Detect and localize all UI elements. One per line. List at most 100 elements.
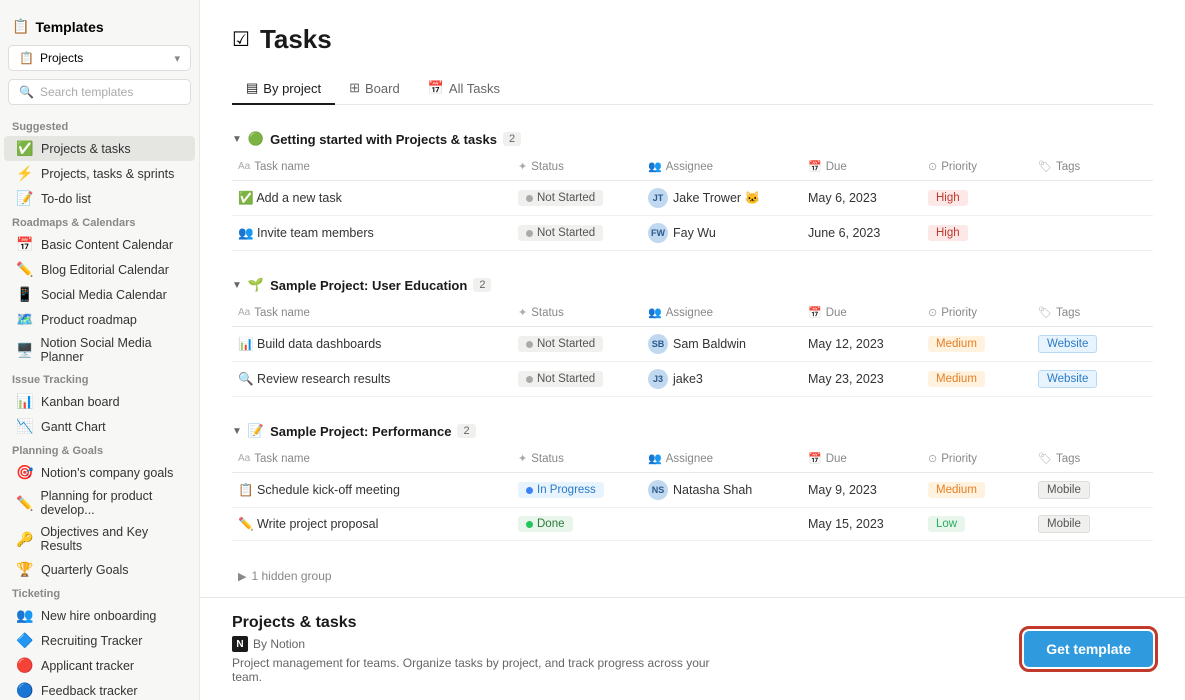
project-header-getting-started[interactable]: ▼ 🟢 Getting started with Projects & task… bbox=[232, 125, 1153, 153]
table-row[interactable]: ✅ Add a new task Not Started JT Jake Tro… bbox=[232, 181, 1153, 216]
status-badge: In Progress bbox=[518, 482, 604, 498]
col-tags: 🏷 Tags bbox=[1032, 157, 1152, 176]
tab-all-tasks[interactable]: 📅 All Tasks bbox=[414, 73, 514, 105]
notion-logo: N bbox=[232, 636, 248, 652]
tab-board[interactable]: ⊞ Board bbox=[335, 73, 414, 105]
priority-badge: High bbox=[928, 190, 968, 206]
tags-cell: Mobile bbox=[1032, 508, 1152, 540]
item-icon: 📊 bbox=[16, 393, 34, 410]
tags-cell: Website bbox=[1032, 328, 1152, 360]
table-row[interactable]: 🔍 Review research results Not Started J3… bbox=[232, 362, 1153, 397]
sidebar-item-new-hire-onboarding[interactable]: 👥 New hire onboarding bbox=[4, 603, 195, 628]
tags-cell: Website bbox=[1032, 363, 1152, 395]
footer-by-label: By Notion bbox=[253, 637, 305, 651]
projects-dropdown[interactable]: 📋 Projects ▾ bbox=[8, 45, 191, 71]
sidebar-item-gantt-chart[interactable]: 📉 Gantt Chart bbox=[4, 414, 195, 439]
due-cell: May 23, 2023 bbox=[802, 365, 922, 393]
item-icon: 🗺️ bbox=[16, 311, 34, 328]
footer-by: N By Notion bbox=[232, 636, 732, 652]
item-label: New hire onboarding bbox=[41, 609, 156, 623]
avatar: NS bbox=[648, 480, 668, 500]
item-label: Applicant tracker bbox=[41, 659, 134, 673]
item-icon: 🖥️ bbox=[16, 342, 33, 359]
sidebar-item-projects-tasks-sprints[interactable]: ⚡ Projects, tasks & sprints bbox=[4, 161, 195, 186]
templates-icon: 📋 bbox=[12, 18, 29, 35]
item-icon: ✏️ bbox=[16, 495, 33, 512]
item-icon: 🏆 bbox=[16, 561, 34, 578]
item-label: Notion's company goals bbox=[41, 466, 173, 480]
get-template-button[interactable]: Get template bbox=[1024, 631, 1153, 667]
item-label: Planning for product develop... bbox=[40, 489, 183, 517]
col-task-name: Aa Task name bbox=[232, 303, 512, 322]
table-row[interactable]: ✏️ Write project proposal Done May 15, 2… bbox=[232, 508, 1153, 541]
search-box[interactable]: 🔍 Search templates bbox=[8, 79, 191, 105]
tab-by-project[interactable]: ▤ By project bbox=[232, 73, 335, 105]
tag-badge: Mobile bbox=[1038, 481, 1090, 499]
tab-by-project-label: By project bbox=[263, 81, 321, 96]
sidebar-item-applicant-tracker[interactable]: 🔴 Applicant tracker bbox=[4, 653, 195, 678]
project-name: Sample Project: User Education bbox=[270, 278, 467, 293]
col-status: ✦ Status bbox=[512, 449, 642, 468]
item-label: Basic Content Calendar bbox=[41, 238, 173, 252]
tab-all-tasks-icon: 📅 bbox=[428, 80, 444, 96]
sidebar-item-kanban-board[interactable]: 📊 Kanban board bbox=[4, 389, 195, 414]
col-priority: ⊙ Priority bbox=[922, 303, 1032, 322]
project-header-user-education[interactable]: ▼ 🌱 Sample Project: User Education 2 bbox=[232, 271, 1153, 299]
item-label: Blog Editorial Calendar bbox=[41, 263, 169, 277]
table-header-0: Aa Task name ✦ Status 👥 Assignee 📅 Due ⊙… bbox=[232, 153, 1153, 181]
assignee-cell: NS Natasha Shah bbox=[642, 473, 802, 507]
tags-cell bbox=[1032, 226, 1152, 240]
status-cell: Not Started bbox=[512, 183, 642, 213]
col-due: 📅 Due bbox=[802, 157, 922, 176]
avatar: FW bbox=[648, 223, 668, 243]
sidebar-item-planning-product[interactable]: ✏️ Planning for product develop... bbox=[4, 485, 195, 521]
item-icon: 🔑 bbox=[16, 531, 33, 548]
tag-badge: Website bbox=[1038, 370, 1097, 388]
status-dot bbox=[526, 341, 533, 348]
due-date: May 6, 2023 bbox=[808, 191, 877, 205]
sidebar-item-product-roadmap[interactable]: 🗺️ Product roadmap bbox=[4, 307, 195, 332]
sidebar: 📋 Templates 📋 Projects ▾ 🔍 Search templa… bbox=[0, 0, 200, 700]
sidebar-header: 📋 Templates bbox=[0, 12, 199, 45]
task-name-cell: 📋 Schedule kick-off meeting bbox=[232, 476, 512, 505]
section-ticketing: Ticketing bbox=[0, 582, 199, 603]
assignee-cell: SB Sam Baldwin bbox=[642, 327, 802, 361]
project-header-performance[interactable]: ▼ 📝 Sample Project: Performance 2 bbox=[232, 417, 1153, 445]
due-date: May 23, 2023 bbox=[808, 372, 884, 386]
table-row[interactable]: 📊 Build data dashboards Not Started SB S… bbox=[232, 327, 1153, 362]
footer-title: Projects & tasks bbox=[232, 614, 732, 632]
project-performance: ▼ 📝 Sample Project: Performance 2 Aa Tas… bbox=[232, 417, 1153, 541]
item-label: Gantt Chart bbox=[41, 420, 106, 434]
status-badge: Not Started bbox=[518, 225, 603, 241]
item-label: To-do list bbox=[41, 192, 91, 206]
sidebar-item-blog-editorial-calendar[interactable]: ✏️ Blog Editorial Calendar bbox=[4, 257, 195, 282]
dropdown-icon: 📋 bbox=[19, 51, 34, 65]
sidebar-item-okr[interactable]: 🔑 Objectives and Key Results bbox=[4, 521, 195, 557]
status-cell: Not Started bbox=[512, 329, 642, 359]
sidebar-item-feedback-tracker[interactable]: 🔵 Feedback tracker bbox=[4, 678, 195, 700]
project-count: 2 bbox=[457, 424, 475, 438]
table-row[interactable]: 📋 Schedule kick-off meeting In Progress … bbox=[232, 473, 1153, 508]
hidden-group[interactable]: ▶ 1 hidden group bbox=[232, 561, 1153, 591]
sidebar-item-social-media-calendar[interactable]: 📱 Social Media Calendar bbox=[4, 282, 195, 307]
sidebar-item-notion-social-media-planner[interactable]: 🖥️ Notion Social Media Planner bbox=[4, 332, 195, 368]
sidebar-item-basic-content-calendar[interactable]: 📅 Basic Content Calendar bbox=[4, 232, 195, 257]
sidebar-item-recruiting-tracker[interactable]: 🔷 Recruiting Tracker bbox=[4, 628, 195, 653]
priority-badge: Low bbox=[928, 516, 965, 532]
sidebar-item-projects-tasks[interactable]: ✅ Projects & tasks bbox=[4, 136, 195, 161]
sidebar-item-quarterly-goals[interactable]: 🏆 Quarterly Goals bbox=[4, 557, 195, 582]
task-name: ✏️ Write project proposal bbox=[238, 517, 378, 532]
table-row[interactable]: 👥 Invite team members Not Started FW Fay… bbox=[232, 216, 1153, 251]
sidebar-item-to-do-list[interactable]: 📝 To-do list bbox=[4, 186, 195, 211]
project-name: Getting started with Projects & tasks bbox=[270, 132, 497, 147]
task-name-cell: 👥 Invite team members bbox=[232, 219, 512, 248]
status-dot bbox=[526, 195, 533, 202]
sidebar-item-company-goals[interactable]: 🎯 Notion's company goals bbox=[4, 460, 195, 485]
tabs-row: ▤ By project ⊞ Board 📅 All Tasks bbox=[232, 73, 1153, 105]
tab-all-tasks-label: All Tasks bbox=[449, 81, 500, 96]
col-assignee: 👥 Assignee bbox=[642, 303, 802, 322]
chevron-icon: ▼ bbox=[232, 426, 242, 437]
status-cell: Not Started bbox=[512, 364, 642, 394]
item-icon: 🎯 bbox=[16, 464, 34, 481]
due-date: May 12, 2023 bbox=[808, 337, 884, 351]
